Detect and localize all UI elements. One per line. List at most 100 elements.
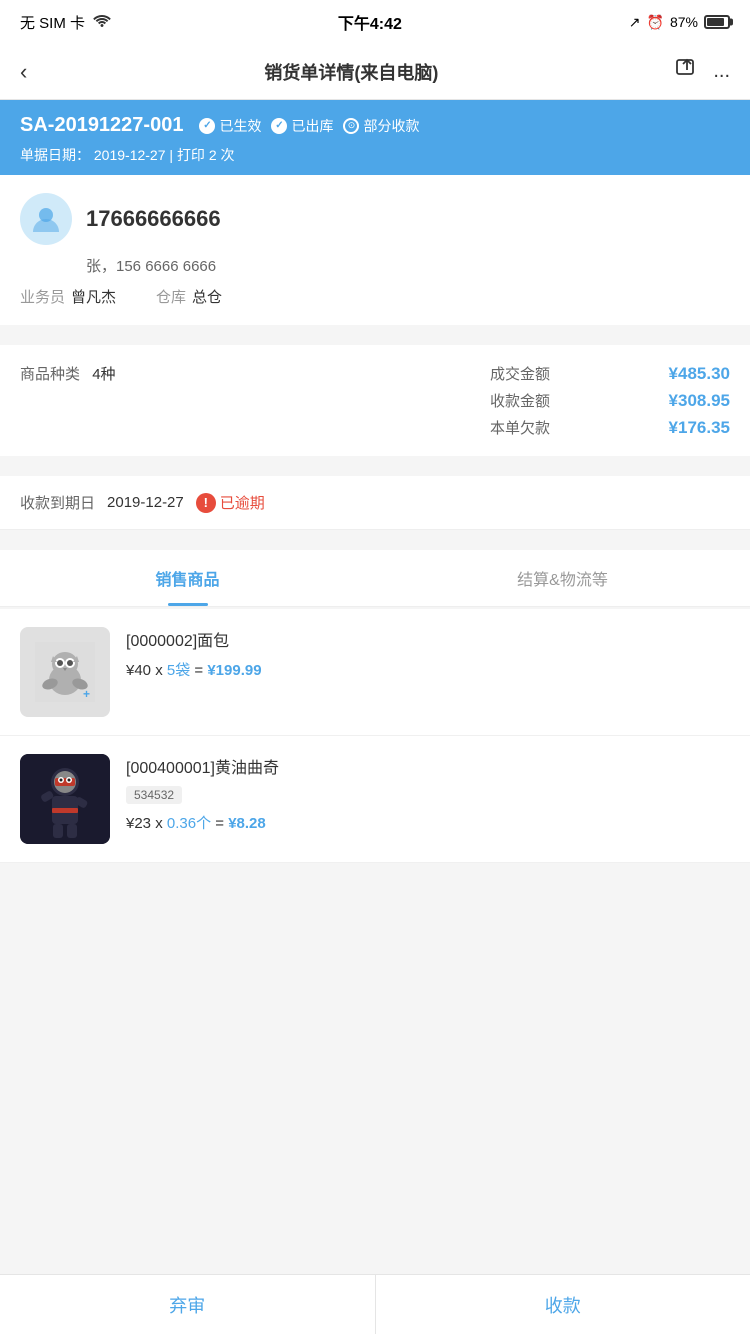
clock-icon: ⊙ bbox=[343, 118, 359, 134]
product-price-1: ¥40 x bbox=[126, 662, 167, 679]
product-types-label: 商品种类 bbox=[20, 366, 80, 383]
print-label: 打印 bbox=[177, 147, 205, 163]
product-info-2: [000400001]黄油曲奇 534532 ¥23 x 0.36个 = ¥8.… bbox=[126, 754, 730, 833]
stats-section: 商品种类 4种 成交金额 ¥485.30 收款金额 ¥308.95 本单欠款 ¥… bbox=[0, 345, 750, 456]
product-list: + [0000002]面包 ¥40 x 5袋 = ¥199.99 bbox=[0, 609, 750, 863]
battery-percent: 87% bbox=[670, 14, 698, 30]
stats-left: 商品种类 4种 bbox=[20, 363, 116, 384]
sales-person-item: 业务员 曾凡杰 bbox=[20, 286, 116, 307]
due-section: 收款到期日 2019-12-27 ! 已逾期 bbox=[0, 476, 750, 530]
svg-text:+: + bbox=[83, 687, 90, 701]
status-label-3: 部分收款 bbox=[363, 116, 419, 136]
tabs-container: 销售商品 结算&物流等 bbox=[0, 550, 750, 607]
more-icon[interactable]: ... bbox=[713, 60, 730, 83]
overdue-badge: ! 已逾期 bbox=[196, 492, 265, 513]
customer-meta: 业务员 曾凡杰 仓库 总仓 bbox=[20, 286, 730, 307]
nav-actions: ... bbox=[675, 58, 730, 86]
product-name-2: [000400001]黄油曲奇 bbox=[126, 754, 730, 778]
due-label: 收款到期日 bbox=[20, 492, 95, 513]
print-count-value: 2 bbox=[209, 147, 217, 163]
order-date-row: 单据日期： 2019-12-27 | 打印 2 次 bbox=[20, 145, 730, 165]
owing-value: ¥176.35 bbox=[669, 418, 730, 438]
bottom-bar: 弃审 收款 bbox=[0, 1274, 750, 1334]
status-left: 无 SIM 卡 bbox=[20, 12, 111, 33]
separator-1 bbox=[0, 325, 750, 335]
alarm-icon: ⏰ bbox=[647, 14, 664, 31]
sales-label: 业务员 bbox=[20, 286, 65, 307]
tab-label-2: 结算&物流等 bbox=[517, 572, 608, 589]
overdue-icon: ! bbox=[196, 493, 216, 513]
warehouse-item: 仓库 总仓 bbox=[156, 286, 222, 307]
customer-name-phone: 张，156 6666 6666 bbox=[20, 255, 730, 276]
owing-row: 本单欠款 ¥176.35 bbox=[490, 417, 730, 438]
product-name-1: [0000002]面包 bbox=[126, 627, 730, 651]
status-tag-effective: ✓ 已生效 bbox=[199, 116, 261, 136]
product-price-2: ¥23 x bbox=[126, 815, 167, 832]
sales-value: 曾凡杰 bbox=[71, 286, 116, 307]
product-sku-2: 534532 bbox=[126, 786, 182, 804]
owing-label: 本单欠款 bbox=[490, 417, 550, 438]
stats-right: 成交金额 ¥485.30 收款金额 ¥308.95 本单欠款 ¥176.35 bbox=[490, 363, 730, 438]
collected-row: 收款金额 ¥308.95 bbox=[490, 390, 730, 411]
wifi-icon bbox=[93, 13, 111, 31]
customer-section: 17666666666 张，156 6666 6666 业务员 曾凡杰 仓库 总… bbox=[0, 175, 750, 325]
product-types-item: 商品种类 4种 bbox=[20, 363, 116, 384]
bottom-spacer bbox=[0, 863, 750, 933]
tab-settlement[interactable]: 结算&物流等 bbox=[375, 550, 750, 606]
product-thumb-1: + bbox=[20, 627, 110, 717]
product-total-1: ¥199.99 bbox=[207, 662, 261, 679]
customer-main: 17666666666 bbox=[20, 193, 730, 245]
product-info-1: [0000002]面包 ¥40 x 5袋 = ¥199.99 bbox=[126, 627, 730, 680]
status-label-1: 已生效 bbox=[219, 116, 261, 136]
location-icon: ↗ bbox=[629, 14, 641, 31]
carrier-label: 无 SIM 卡 bbox=[20, 12, 85, 33]
warehouse-value: 总仓 bbox=[192, 286, 222, 307]
status-time: 下午4:42 bbox=[338, 10, 402, 34]
amount-label: 成交金额 bbox=[490, 363, 550, 384]
collect-label: 收款 bbox=[545, 1292, 581, 1318]
amount-row: 成交金额 ¥485.30 bbox=[490, 363, 730, 384]
order-id: SA-20191227-001 bbox=[20, 114, 183, 137]
tab-label-1: 销售商品 bbox=[155, 572, 219, 589]
status-right: ↗ ⏰ 87% bbox=[629, 14, 730, 31]
product-total-2: ¥8.28 bbox=[228, 815, 266, 832]
nav-bar: ‹ 销货单详情(来自电脑) ... bbox=[0, 44, 750, 100]
battery-icon bbox=[704, 15, 730, 29]
product-qty-1: 5袋 bbox=[167, 662, 190, 679]
status-tag-partial: ⊙ 部分收款 bbox=[343, 116, 419, 136]
product-thumb-2 bbox=[20, 754, 110, 844]
stats-row: 商品种类 4种 成交金额 ¥485.30 收款金额 ¥308.95 本单欠款 ¥… bbox=[20, 363, 730, 438]
due-date-value: 2019-12-27 bbox=[107, 494, 184, 511]
product-price-row-2: ¥23 x 0.36个 = ¥8.28 bbox=[126, 812, 730, 833]
tab-sales-products[interactable]: 销售商品 bbox=[0, 550, 375, 606]
print-separator: | bbox=[169, 147, 177, 163]
page-title: 销货单详情(来自电脑) bbox=[264, 59, 438, 85]
customer-phone-number: 17666666666 bbox=[86, 206, 221, 232]
status-bar: 无 SIM 卡 下午4:42 ↗ ⏰ 87% bbox=[0, 0, 750, 44]
separator-2 bbox=[0, 456, 750, 466]
collect-button[interactable]: 收款 bbox=[376, 1275, 750, 1334]
product-equals-1: = bbox=[194, 662, 207, 679]
status-tag-shipped: ✓ 已出库 bbox=[271, 116, 333, 136]
order-date: 2019-12-27 bbox=[94, 147, 166, 163]
product-equals-2: = bbox=[215, 815, 228, 832]
print-unit-label: 次 bbox=[221, 147, 235, 163]
check-icon-2: ✓ bbox=[271, 118, 287, 134]
order-status-tags: ✓ 已生效 ✓ 已出库 ⊙ 部分收款 bbox=[199, 116, 419, 136]
product-item: + [0000002]面包 ¥40 x 5袋 = ¥199.99 bbox=[0, 609, 750, 736]
separator-3 bbox=[0, 530, 750, 540]
share-icon[interactable] bbox=[675, 58, 697, 86]
reject-label: 弃审 bbox=[169, 1292, 205, 1318]
back-button[interactable]: ‹ bbox=[20, 59, 27, 85]
date-label: 单据日期： bbox=[20, 147, 90, 163]
overdue-text: 已逾期 bbox=[220, 492, 265, 513]
product-price-row-1: ¥40 x 5袋 = ¥199.99 bbox=[126, 659, 730, 680]
product-item-2: [000400001]黄油曲奇 534532 ¥23 x 0.36个 = ¥8.… bbox=[0, 736, 750, 863]
reject-button[interactable]: 弃审 bbox=[0, 1275, 376, 1334]
collected-value: ¥308.95 bbox=[669, 391, 730, 411]
collected-label: 收款金额 bbox=[490, 390, 550, 411]
order-banner: SA-20191227-001 ✓ 已生效 ✓ 已出库 ⊙ 部分收款 单据日期：… bbox=[0, 100, 750, 175]
status-label-2: 已出库 bbox=[291, 116, 333, 136]
amount-value: ¥485.30 bbox=[669, 364, 730, 384]
warehouse-label: 仓库 bbox=[156, 286, 186, 307]
